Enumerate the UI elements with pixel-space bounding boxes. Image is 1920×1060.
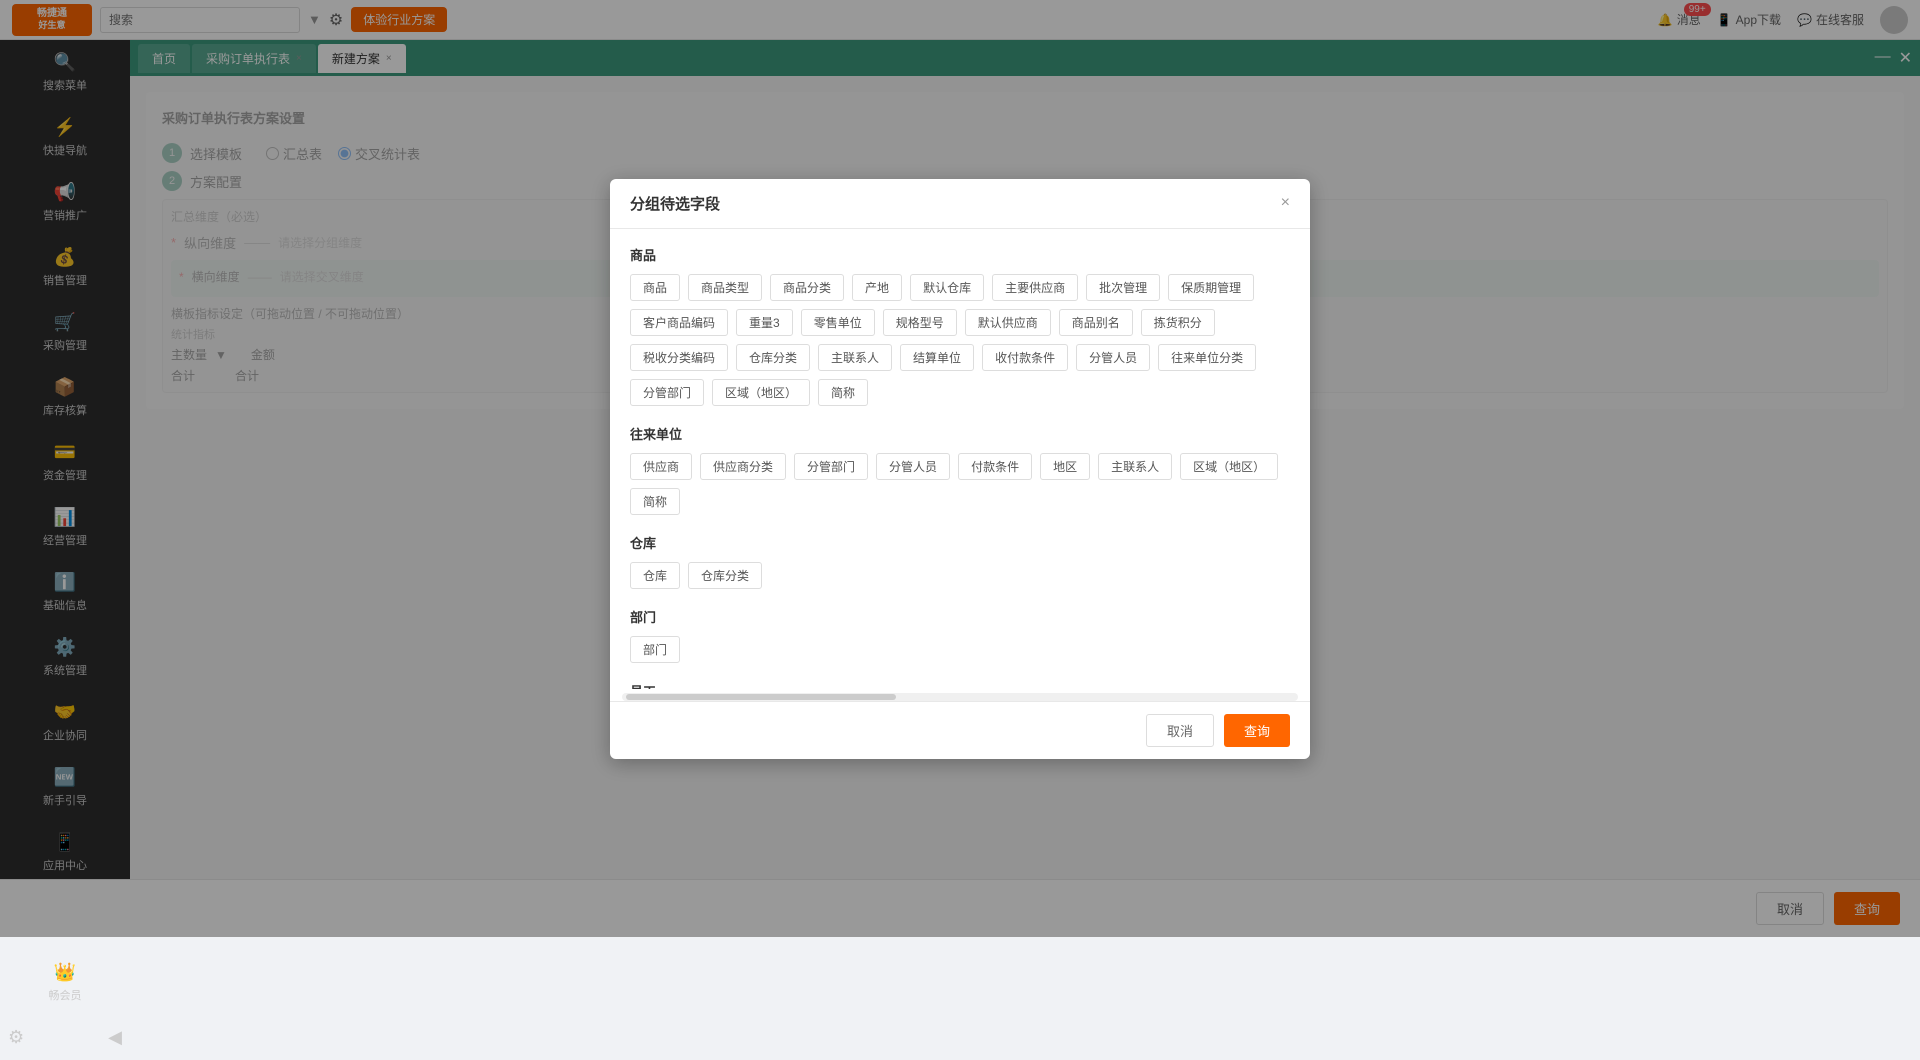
field-tag-主联系人[interactable]: 主联系人: [1098, 453, 1172, 480]
field-tag-默认仓库[interactable]: 默认仓库: [910, 274, 984, 301]
modal-footer: 取消查询: [610, 701, 1310, 759]
sidebar-item-畅会员[interactable]: 👑畅会员: [0, 950, 130, 1015]
field-tag-仓库[interactable]: 仓库: [630, 562, 680, 589]
field-tag-地区[interactable]: 地区: [1040, 453, 1090, 480]
sidebar-settings-icon[interactable]: ⚙: [8, 1027, 24, 1048]
field-grid-仓库: 仓库仓库分类: [630, 562, 1290, 589]
section-title-商品: 商品: [630, 245, 1290, 264]
modal-close-btn[interactable]: ×: [1281, 194, 1290, 212]
field-section-商品: 商品商品商品类型商品分类产地默认仓库主要供应商批次管理保质期管理客户商品编码重量…: [630, 245, 1290, 406]
field-grid-往来单位: 供应商供应商分类分管部门分管人员付款条件地区主联系人区域（地区） 简称: [630, 453, 1290, 515]
field-tag-商品分类[interactable]: 商品分类: [770, 274, 844, 301]
section-title-员工: 员工: [630, 681, 1290, 689]
field-tag-产地[interactable]: 产地: [852, 274, 902, 301]
field-section-员工: 员工业务员: [630, 681, 1290, 689]
section-title-部门: 部门: [630, 607, 1290, 626]
field-tag-商品类型[interactable]: 商品类型: [688, 274, 762, 301]
modal-title: 分组待选字段: [630, 193, 720, 214]
field-tag-分管人员[interactable]: 分管人员: [876, 453, 950, 480]
field-tag-区域（地区）[interactable]: 区域（地区）: [1180, 453, 1278, 480]
field-tag-保质期管理[interactable]: 保质期管理: [1168, 274, 1254, 301]
field-tag-往来单位分类[interactable]: 往来单位分类: [1158, 344, 1256, 371]
field-tag-批次管理[interactable]: 批次管理: [1086, 274, 1160, 301]
field-tag-分管人员[interactable]: 分管人员: [1076, 344, 1150, 371]
field-tag-简称[interactable]: 简称: [630, 488, 680, 515]
modal-hscrollbar[interactable]: [622, 693, 1298, 701]
field-tag-主联系人[interactable]: 主联系人: [818, 344, 892, 371]
field-tag-仓库分类[interactable]: 仓库分类: [688, 562, 762, 589]
field-tag-分管部门[interactable]: 分管部门: [794, 453, 868, 480]
field-tag-分管部门[interactable]: 分管部门: [630, 379, 704, 406]
field-tag-供应商[interactable]: 供应商: [630, 453, 692, 480]
field-grid-部门: 部门: [630, 636, 1290, 663]
field-tag-付款条件[interactable]: 付款条件: [958, 453, 1032, 480]
field-tag-仓库分类[interactable]: 仓库分类: [736, 344, 810, 371]
field-tag-税收分类编码[interactable]: 税收分类编码: [630, 344, 728, 371]
modal-confirm-btn[interactable]: 查询: [1224, 714, 1290, 747]
field-tag-零售单位[interactable]: 零售单位: [801, 309, 875, 336]
section-title-仓库: 仓库: [630, 533, 1290, 552]
field-tag-默认供应商[interactable]: 默认供应商: [965, 309, 1051, 336]
field-tag-结算单位[interactable]: 结算单位: [900, 344, 974, 371]
field-tag-收付款条件[interactable]: 收付款条件: [982, 344, 1068, 371]
field-tag-重量3[interactable]: 重量3: [736, 309, 793, 336]
field-section-往来单位: 往来单位供应商供应商分类分管部门分管人员付款条件地区主联系人区域（地区） 简称: [630, 424, 1290, 515]
field-tag-主要供应商[interactable]: 主要供应商: [992, 274, 1078, 301]
field-tag-客户商品编码[interactable]: 客户商品编码: [630, 309, 728, 336]
field-tag-简称[interactable]: 简称: [818, 379, 868, 406]
modal-header: 分组待选字段 ×: [610, 179, 1310, 229]
sidebar-collapse-icon[interactable]: ◀: [108, 1027, 122, 1048]
modal-hscroll-thumb: [626, 694, 896, 700]
field-tag-区域（地区）[interactable]: 区域（地区）: [712, 379, 810, 406]
field-tag-商品别名[interactable]: 商品别名: [1059, 309, 1133, 336]
modal-cancel-btn[interactable]: 取消: [1146, 714, 1214, 747]
field-tag-商品[interactable]: 商品: [630, 274, 680, 301]
field-tag-供应商分类[interactable]: 供应商分类: [700, 453, 786, 480]
modal-overlay[interactable]: 分组待选字段 × 商品商品商品类型商品分类产地默认仓库主要供应商批次管理保质期管…: [0, 0, 1920, 937]
field-grid-商品: 商品商品类型商品分类产地默认仓库主要供应商批次管理保质期管理客户商品编码重量3 零…: [630, 274, 1290, 406]
field-tag-规格型号[interactable]: 规格型号: [883, 309, 957, 336]
field-section-仓库: 仓库仓库仓库分类: [630, 533, 1290, 589]
section-title-往来单位: 往来单位: [630, 424, 1290, 443]
field-select-modal: 分组待选字段 × 商品商品商品类型商品分类产地默认仓库主要供应商批次管理保质期管…: [610, 179, 1310, 759]
field-tag-拣货积分[interactable]: 拣货积分: [1141, 309, 1215, 336]
field-section-部门: 部门部门: [630, 607, 1290, 663]
field-tag-部门[interactable]: 部门: [630, 636, 680, 663]
modal-body: 商品商品商品类型商品分类产地默认仓库主要供应商批次管理保质期管理客户商品编码重量…: [610, 229, 1310, 689]
